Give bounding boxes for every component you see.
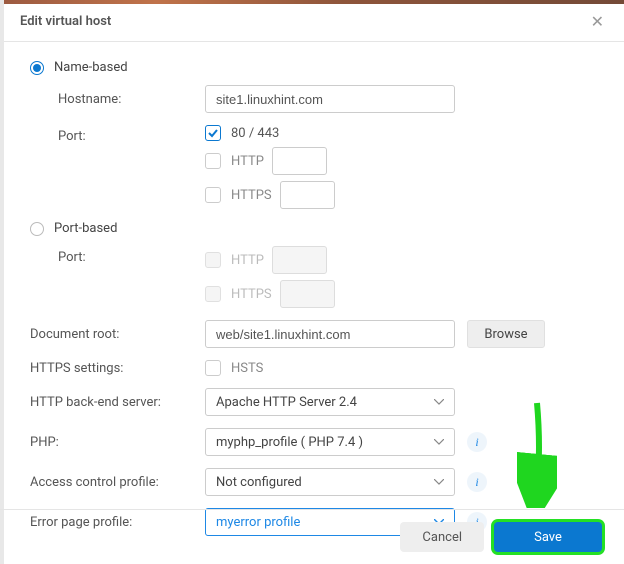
chevron-down-icon [434, 399, 444, 405]
access-value: Not configured [216, 475, 302, 490]
port2-https-label: HTTPS [231, 287, 272, 302]
port2-row: Port: HTTP HTTPS [30, 246, 594, 308]
port2-https-checkbox [205, 286, 221, 302]
radio-selected-icon [30, 61, 44, 75]
access-row: Access control profile: Not configured i [30, 468, 594, 496]
hsts-label: HSTS [231, 361, 263, 376]
port2-https-input [280, 280, 335, 308]
port-http-input[interactable] [272, 147, 327, 175]
dialog-body: Name-based Hostname: Port: 80 / 443 HTTP [0, 42, 624, 556]
php-label: PHP: [30, 435, 205, 450]
access-label: Access control profile: [30, 475, 205, 490]
port-http-checkbox [205, 153, 221, 169]
port2-http-line: HTTP [205, 246, 335, 274]
port2-http-input [272, 246, 327, 274]
name-based-label: Name-based [54, 60, 128, 75]
port2-label: Port: [30, 246, 205, 265]
port-http-label: HTTP [231, 154, 264, 169]
port-https-line[interactable]: HTTPS [205, 181, 335, 209]
backend-value: Apache HTTP Server 2.4 [216, 395, 357, 410]
php-value: myphp_profile ( PHP 7.4 ) [216, 435, 363, 450]
port-https-checkbox [205, 187, 221, 203]
port-default-label: 80 / 443 [231, 126, 279, 141]
hostname-input[interactable] [205, 85, 455, 113]
edit-virtual-host-dialog: Edit virtual host ✕ Name-based Hostname:… [0, 0, 624, 564]
backend-label: HTTP back-end server: [30, 395, 205, 410]
port-based-radio[interactable]: Port-based [30, 221, 594, 236]
docroot-row: Document root: Browse [30, 320, 594, 348]
php-row: PHP: myphp_profile ( PHP 7.4 ) i [30, 428, 594, 456]
dialog-footer: Cancel Save [0, 509, 624, 564]
browse-button[interactable]: Browse [467, 320, 545, 348]
port-label: Port: [30, 125, 205, 144]
https-settings-label: HTTPS settings: [30, 361, 205, 376]
https-settings-row: HTTPS settings: HSTS [30, 360, 594, 376]
radio-unselected-icon [30, 222, 44, 236]
backend-row: HTTP back-end server: Apache HTTP Server… [30, 388, 594, 416]
titlebar: Edit virtual host ✕ [0, 0, 624, 42]
port-row: Port: 80 / 443 HTTP HTTPS [30, 125, 594, 209]
hsts-checkbox [205, 360, 221, 376]
cancel-button[interactable]: Cancel [400, 522, 484, 552]
port2-http-label: HTTP [231, 253, 264, 268]
port-https-label: HTTPS [231, 188, 272, 203]
docroot-label: Document root: [30, 327, 205, 342]
backend-select[interactable]: Apache HTTP Server 2.4 [205, 388, 455, 416]
port-default-line[interactable]: 80 / 443 [205, 125, 335, 141]
hsts-line[interactable]: HSTS [205, 360, 263, 376]
name-based-radio[interactable]: Name-based [30, 60, 594, 75]
port-options: 80 / 443 HTTP HTTPS [205, 125, 335, 209]
chevron-down-icon [434, 439, 444, 445]
hostname-row: Hostname: [30, 85, 594, 113]
chevron-down-icon [434, 479, 444, 485]
close-icon[interactable]: ✕ [591, 12, 604, 31]
port2-https-line: HTTPS [205, 280, 335, 308]
access-select[interactable]: Not configured [205, 468, 455, 496]
window-top-edge [0, 0, 624, 4]
port-http-line[interactable]: HTTP [205, 147, 335, 175]
port-https-input[interactable] [280, 181, 335, 209]
save-button[interactable]: Save [494, 522, 602, 552]
php-select[interactable]: myphp_profile ( PHP 7.4 ) [205, 428, 455, 456]
dialog-title: Edit virtual host [20, 14, 111, 29]
port-based-label: Port-based [54, 221, 117, 236]
port2-http-checkbox [205, 252, 221, 268]
window-left-edge [0, 0, 4, 564]
info-icon[interactable]: i [467, 432, 487, 452]
docroot-input[interactable] [205, 320, 455, 348]
info-icon[interactable]: i [467, 472, 487, 492]
hostname-label: Hostname: [30, 92, 205, 107]
port2-options: HTTP HTTPS [205, 246, 335, 308]
port-default-checkbox [205, 125, 221, 141]
